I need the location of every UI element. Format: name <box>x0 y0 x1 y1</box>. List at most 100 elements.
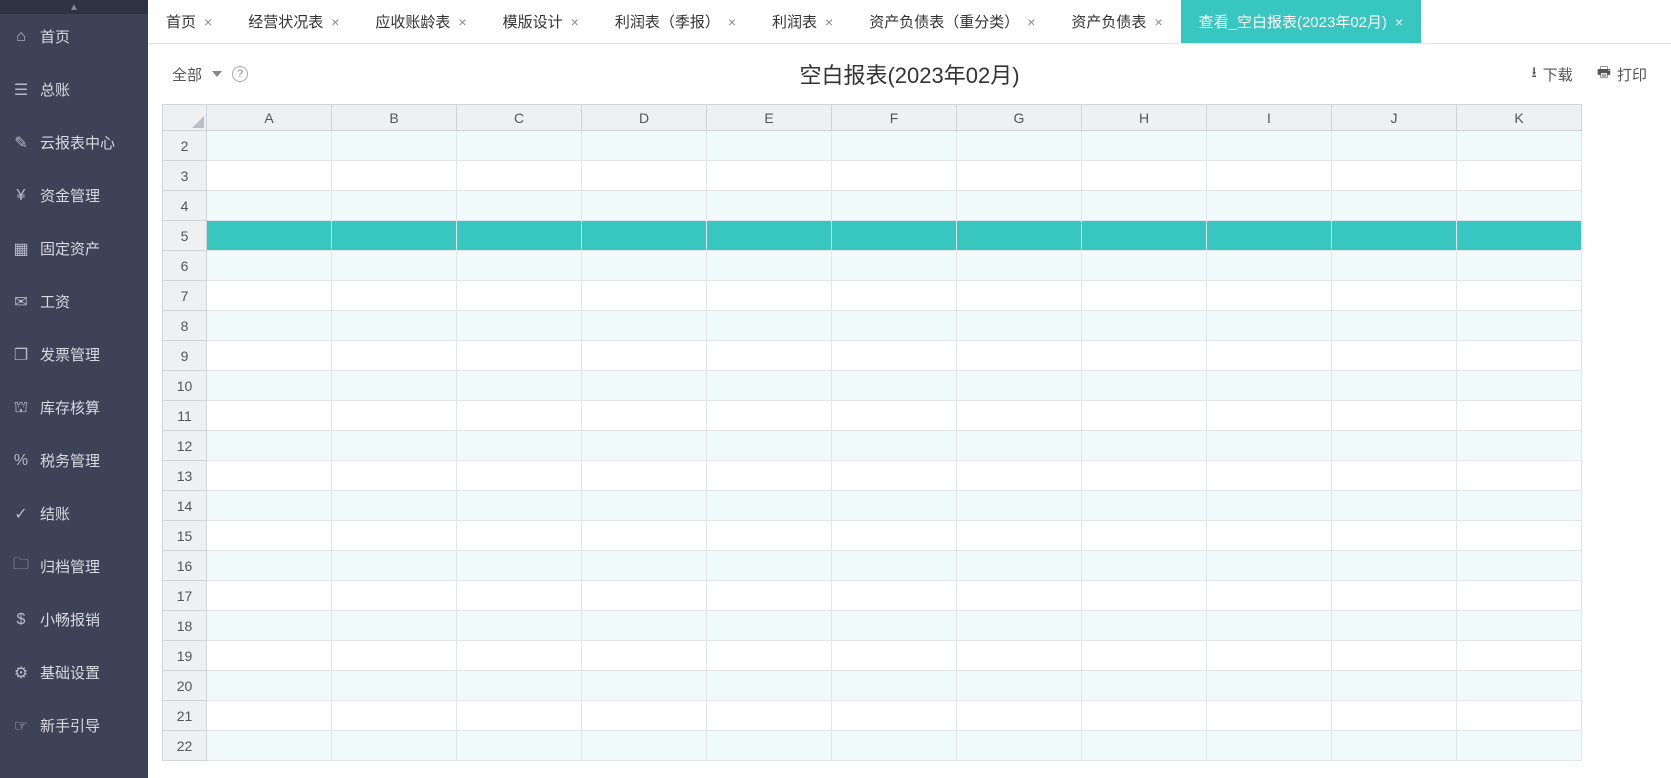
cell-G19[interactable] <box>957 641 1082 671</box>
cell-H19[interactable] <box>1082 641 1207 671</box>
cell-I22[interactable] <box>1207 731 1332 761</box>
cell-K20[interactable] <box>1457 671 1582 701</box>
row-header-20[interactable]: 20 <box>163 671 207 701</box>
cell-B2[interactable] <box>332 131 457 161</box>
cell-J14[interactable] <box>1332 491 1457 521</box>
tab-5[interactable]: 利润表× <box>754 0 851 43</box>
cell-J15[interactable] <box>1332 521 1457 551</box>
cell-E10[interactable] <box>707 371 832 401</box>
cell-D21[interactable] <box>582 701 707 731</box>
cell-C14[interactable] <box>457 491 582 521</box>
cell-A9[interactable] <box>207 341 332 371</box>
close-icon[interactable]: × <box>1027 14 1035 30</box>
row-header-9[interactable]: 9 <box>163 341 207 371</box>
cell-H12[interactable] <box>1082 431 1207 461</box>
cell-B4[interactable] <box>332 191 457 221</box>
cell-F2[interactable] <box>832 131 957 161</box>
row-header-18[interactable]: 18 <box>163 611 207 641</box>
cell-D22[interactable] <box>582 731 707 761</box>
cell-A16[interactable] <box>207 551 332 581</box>
cell-B18[interactable] <box>332 611 457 641</box>
cell-D4[interactable] <box>582 191 707 221</box>
cell-J11[interactable] <box>1332 401 1457 431</box>
cell-C6[interactable] <box>457 251 582 281</box>
cell-F20[interactable] <box>832 671 957 701</box>
cell-G14[interactable] <box>957 491 1082 521</box>
sidebar-item-10[interactable]: 🗀归档管理 <box>0 540 148 593</box>
cell-E22[interactable] <box>707 731 832 761</box>
sidebar-item-1[interactable]: ☰总账 <box>0 63 148 116</box>
cell-A8[interactable] <box>207 311 332 341</box>
cell-B16[interactable] <box>332 551 457 581</box>
cell-K12[interactable] <box>1457 431 1582 461</box>
row-header-10[interactable]: 10 <box>163 371 207 401</box>
cell-G16[interactable] <box>957 551 1082 581</box>
tab-6[interactable]: 资产负债表（重分类）× <box>851 0 1053 43</box>
cell-E18[interactable] <box>707 611 832 641</box>
cell-C22[interactable] <box>457 731 582 761</box>
sidebar-item-5[interactable]: ✉工资 <box>0 275 148 328</box>
cell-K9[interactable] <box>1457 341 1582 371</box>
cell-A11[interactable] <box>207 401 332 431</box>
cell-J13[interactable] <box>1332 461 1457 491</box>
cell-B21[interactable] <box>332 701 457 731</box>
cell-A4[interactable] <box>207 191 332 221</box>
column-header-C[interactable]: C <box>457 105 582 131</box>
cell-C7[interactable] <box>457 281 582 311</box>
cell-I2[interactable] <box>1207 131 1332 161</box>
cell-E17[interactable] <box>707 581 832 611</box>
row-header-19[interactable]: 19 <box>163 641 207 671</box>
cell-F4[interactable] <box>832 191 957 221</box>
row-header-12[interactable]: 12 <box>163 431 207 461</box>
cell-F13[interactable] <box>832 461 957 491</box>
sidebar-item-2[interactable]: ✎云报表中心 <box>0 116 148 169</box>
cell-I21[interactable] <box>1207 701 1332 731</box>
filter-dropdown[interactable]: 全部 ? <box>172 64 248 85</box>
cell-D19[interactable] <box>582 641 707 671</box>
cell-I20[interactable] <box>1207 671 1332 701</box>
cell-H10[interactable] <box>1082 371 1207 401</box>
cell-I15[interactable] <box>1207 521 1332 551</box>
cell-H18[interactable] <box>1082 611 1207 641</box>
cell-G21[interactable] <box>957 701 1082 731</box>
cell-C13[interactable] <box>457 461 582 491</box>
cell-D3[interactable] <box>582 161 707 191</box>
column-header-K[interactable]: K <box>1457 105 1582 131</box>
cell-B10[interactable] <box>332 371 457 401</box>
cell-D6[interactable] <box>582 251 707 281</box>
cell-E3[interactable] <box>707 161 832 191</box>
cell-I7[interactable] <box>1207 281 1332 311</box>
cell-F16[interactable] <box>832 551 957 581</box>
cell-J2[interactable] <box>1332 131 1457 161</box>
cell-C21[interactable] <box>457 701 582 731</box>
cell-H17[interactable] <box>1082 581 1207 611</box>
cell-B20[interactable] <box>332 671 457 701</box>
cell-B6[interactable] <box>332 251 457 281</box>
cell-K21[interactable] <box>1457 701 1582 731</box>
cell-J22[interactable] <box>1332 731 1457 761</box>
cell-A6[interactable] <box>207 251 332 281</box>
cell-C5[interactable] <box>457 221 582 251</box>
close-icon[interactable]: × <box>458 14 466 30</box>
cell-I5[interactable] <box>1207 221 1332 251</box>
cell-J10[interactable] <box>1332 371 1457 401</box>
cell-A20[interactable] <box>207 671 332 701</box>
cell-K6[interactable] <box>1457 251 1582 281</box>
cell-A19[interactable] <box>207 641 332 671</box>
cell-G10[interactable] <box>957 371 1082 401</box>
cell-F14[interactable] <box>832 491 957 521</box>
cell-G4[interactable] <box>957 191 1082 221</box>
cell-I17[interactable] <box>1207 581 1332 611</box>
cell-B19[interactable] <box>332 641 457 671</box>
cell-C3[interactable] <box>457 161 582 191</box>
cell-I11[interactable] <box>1207 401 1332 431</box>
cell-C12[interactable] <box>457 431 582 461</box>
cell-F6[interactable] <box>832 251 957 281</box>
cell-G17[interactable] <box>957 581 1082 611</box>
cell-E2[interactable] <box>707 131 832 161</box>
cell-H7[interactable] <box>1082 281 1207 311</box>
cell-J5[interactable] <box>1332 221 1457 251</box>
cell-K19[interactable] <box>1457 641 1582 671</box>
cell-I12[interactable] <box>1207 431 1332 461</box>
cell-I18[interactable] <box>1207 611 1332 641</box>
